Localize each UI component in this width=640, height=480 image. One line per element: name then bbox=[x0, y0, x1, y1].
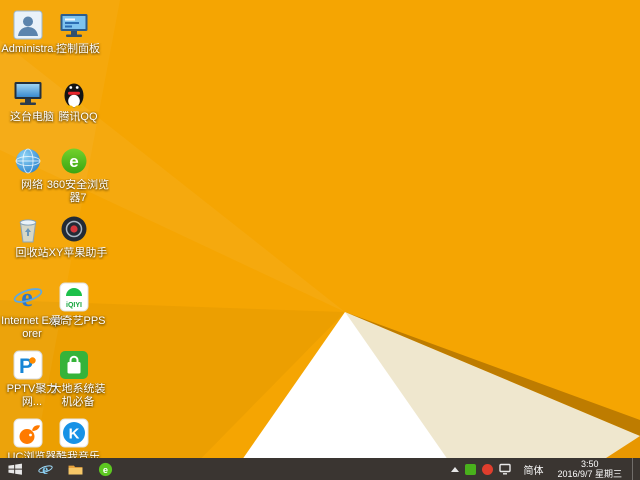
input-method-indicator[interactable]: 简体 bbox=[519, 462, 547, 477]
folder-icon bbox=[68, 465, 82, 475]
computer-icon bbox=[14, 82, 42, 105]
desktop-icon-label: XY苹果助手 bbox=[48, 247, 108, 259]
desktop-icon-control-panel[interactable]: 控制面板 bbox=[46, 8, 102, 56]
svg-text:e: e bbox=[102, 464, 107, 474]
360-browser-logo-icon: e bbox=[98, 462, 112, 476]
svg-text:iQIYI: iQIYI bbox=[66, 302, 82, 309]
svg-text:K: K bbox=[69, 426, 80, 443]
user-account-icon bbox=[13, 10, 43, 40]
iqiyi-logo-icon: iQIYI bbox=[59, 282, 89, 312]
system-tray: 简体 3:50 2016/9/7 星期三 bbox=[451, 458, 640, 480]
shopping-bag-icon bbox=[60, 351, 88, 379]
taskbar-clock[interactable]: 3:50 2016/9/7 星期三 bbox=[553, 459, 626, 479]
ie-logo-icon: e bbox=[37, 462, 53, 477]
uc-squirrel-icon bbox=[13, 418, 43, 448]
show-desktop-button[interactable] bbox=[632, 458, 638, 480]
taskbar: e e 简体 3:50 2016/9/7 星期三 bbox=[0, 458, 640, 480]
desktop-icon-label: 360安全浏览器7 bbox=[46, 179, 110, 204]
trash-bin-icon bbox=[19, 219, 37, 243]
taskbar-360-browser-button[interactable]: e bbox=[90, 458, 120, 480]
svg-text:e: e bbox=[42, 462, 48, 477]
desktop-icon-label: 大地系统装机必备 bbox=[50, 383, 106, 408]
desktop-icon-tencent-qq[interactable]: 腾讯QQ bbox=[46, 76, 102, 124]
tray-green-icon[interactable] bbox=[465, 463, 477, 475]
desktop[interactable]: Administra... 这台电脑 网络 回收站 e Internet Exp… bbox=[0, 0, 640, 480]
desktop-icon-kuwo-music[interactable]: K 酷我音乐 bbox=[46, 416, 102, 464]
taskbar-file-explorer-button[interactable] bbox=[60, 458, 90, 480]
windows-logo-icon bbox=[8, 463, 22, 475]
svg-text:e: e bbox=[21, 283, 33, 312]
kuwo-logo-icon: K bbox=[59, 418, 89, 448]
desktop-icon-label: 控制面板 bbox=[56, 43, 100, 55]
svg-text:e: e bbox=[69, 152, 78, 171]
pptv-logo-icon: P bbox=[13, 350, 43, 380]
network-icon[interactable] bbox=[499, 463, 513, 475]
clock-date: 2016/9/7 星期三 bbox=[557, 469, 622, 479]
desktop-icon-360-browser[interactable]: e 360安全浏览器7 bbox=[46, 144, 109, 204]
desktop-icon-iqiyi-pps[interactable]: iQIYI 爱奇艺PPS bbox=[46, 280, 106, 328]
desktop-icon-label: 爱奇艺PPS bbox=[50, 315, 106, 327]
qq-penguin-icon bbox=[64, 83, 84, 109]
show-hidden-icons-button[interactable] bbox=[451, 466, 460, 472]
start-button[interactable] bbox=[0, 458, 30, 480]
globe-icon bbox=[15, 148, 41, 174]
ie-logo-icon: e bbox=[13, 283, 43, 312]
taskbar-internet-explorer-button[interactable]: e bbox=[30, 458, 60, 480]
monitor-settings-icon bbox=[60, 14, 88, 37]
taskbar-app-buttons: e e bbox=[0, 458, 120, 480]
desktop-icon-label: 腾讯QQ bbox=[58, 111, 98, 123]
clock-time: 3:50 bbox=[580, 459, 599, 469]
xy-assistant-logo-icon bbox=[61, 216, 87, 242]
360-browser-logo-icon: e bbox=[61, 148, 87, 174]
desktop-icon-xy-assistant[interactable]: XY苹果助手 bbox=[46, 212, 107, 260]
tray-red-icon[interactable] bbox=[482, 463, 494, 475]
desktop-icon-dadi-bundle[interactable]: 大地系统装机必备 bbox=[46, 348, 106, 408]
